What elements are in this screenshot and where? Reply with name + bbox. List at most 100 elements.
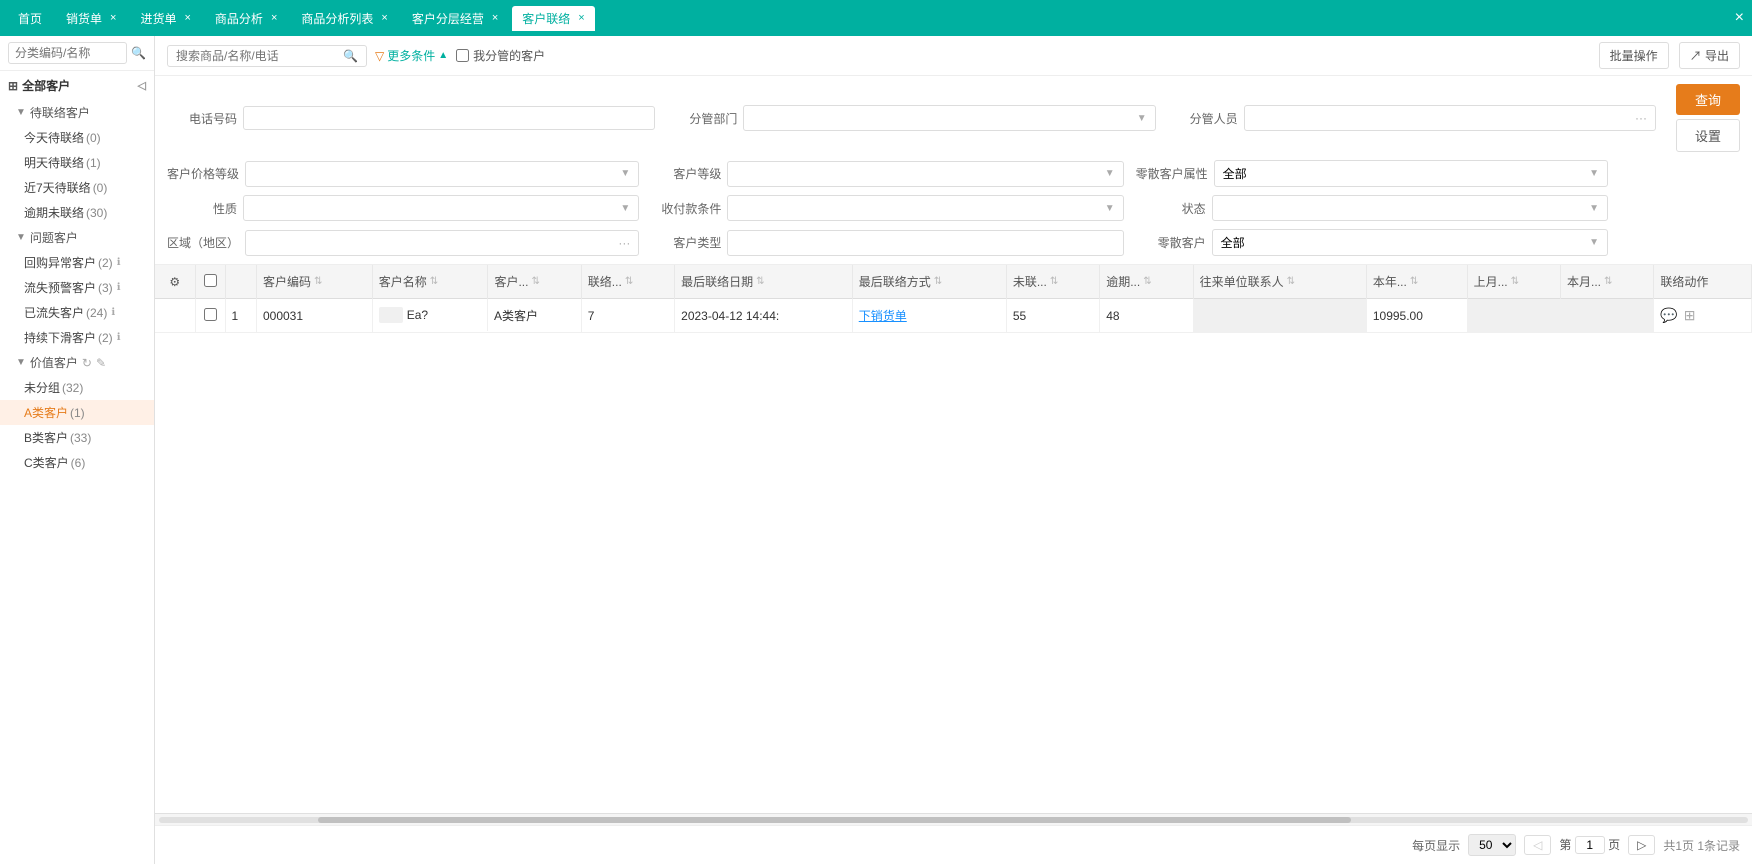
nav-home[interactable]: 首页 bbox=[8, 6, 52, 31]
sidebar-item-churned[interactable]: 已流失客户(24)ℹ bbox=[0, 300, 154, 325]
chat-action-icon[interactable]: 💬 bbox=[1660, 307, 1677, 324]
horizontal-scrollbar[interactable] bbox=[155, 813, 1752, 825]
close-customerlayer-icon[interactable]: × bbox=[492, 12, 498, 24]
th-last-contact-date[interactable]: 最后联络日期⇅ bbox=[675, 265, 853, 299]
grid-action-icon[interactable]: ⊞ bbox=[1684, 307, 1696, 324]
batch-op-button[interactable]: 批量操作 bbox=[1599, 42, 1669, 69]
sidebar-search-input[interactable] bbox=[8, 42, 127, 64]
close-all-button[interactable]: × bbox=[1735, 9, 1744, 27]
filter-phone-input[interactable] bbox=[243, 106, 655, 130]
close-productanalysis-icon[interactable]: × bbox=[271, 12, 277, 24]
filter-customer-level-select[interactable]: ▼ bbox=[727, 161, 1123, 187]
export-button[interactable]: ↗ 导出 bbox=[1679, 42, 1740, 69]
refresh-value-icon[interactable]: ↻ bbox=[82, 356, 92, 370]
sidebar-pending-contact-group[interactable]: ▼ 待联络客户 bbox=[0, 100, 154, 125]
nav-productanalysislist[interactable]: 商品分析列表 × bbox=[291, 6, 397, 31]
th-overdue[interactable]: 逾期...⇅ bbox=[1100, 265, 1193, 299]
total-info: 共1页 1条记录 bbox=[1663, 837, 1740, 854]
customer-table: ⚙ 客户编码⇅ 客户名称⇅ 客户...⇅ bbox=[155, 265, 1752, 333]
filter-status-label: 状态 bbox=[1136, 200, 1206, 217]
sidebar-item-unclassified[interactable]: 未分组(32) bbox=[0, 375, 154, 400]
filter-more-conditions[interactable]: ▽ 更多条件 ▲ bbox=[375, 47, 448, 64]
th-last-contact-method[interactable]: 最后联络方式⇅ bbox=[852, 265, 1006, 299]
sidebar-item-7days-contact[interactable]: 近7天待联络(0) bbox=[0, 175, 154, 200]
sidebar-all-customers[interactable]: ⊞ 全部客户 ◁ bbox=[0, 71, 154, 100]
filter-row-1: 电话号码 分管部门 ▼ 分管人员 ··· bbox=[167, 84, 1740, 152]
my-customers-checkbox[interactable] bbox=[456, 49, 469, 62]
filter-phone-label: 电话号码 bbox=[167, 110, 237, 127]
edit-value-icon[interactable]: ✎ bbox=[96, 356, 106, 370]
settings-icon[interactable]: ⚙ bbox=[169, 275, 180, 289]
sidebar-item-repurchase-abnormal[interactable]: 回购异常客户(2)ℹ bbox=[0, 250, 154, 275]
nav-productanalysis[interactable]: 商品分析 × bbox=[205, 6, 287, 31]
filter-payment-select[interactable]: ▼ bbox=[727, 195, 1123, 221]
sidebar-item-class-a[interactable]: A类客户(1) bbox=[0, 400, 154, 425]
row-last-contact-method[interactable]: 下销货单 bbox=[852, 299, 1006, 333]
close-purchaseorder-icon[interactable]: × bbox=[184, 12, 190, 24]
filter-region-select[interactable]: ··· bbox=[245, 230, 639, 256]
filter-price-level-select[interactable]: ▼ bbox=[245, 161, 639, 187]
row-checkbox-cell[interactable] bbox=[195, 299, 225, 333]
filter-status-select[interactable]: ▼ bbox=[1212, 195, 1608, 221]
th-contact-count[interactable]: 联络...⇅ bbox=[581, 265, 674, 299]
filter-retail-customer-select[interactable]: 全部 ▼ bbox=[1212, 229, 1608, 256]
th-customer-type[interactable]: 客户...⇅ bbox=[488, 265, 581, 299]
fold-sidebar-icon[interactable]: ◁ bbox=[138, 79, 146, 92]
row-this-month bbox=[1561, 299, 1654, 333]
sidebar-item-today-contact[interactable]: 今天待联络(0) bbox=[0, 125, 154, 150]
row-visit-contact bbox=[1193, 299, 1366, 333]
sidebar-item-tomorrow-contact[interactable]: 明天待联络(1) bbox=[0, 150, 154, 175]
nav-salesorder[interactable]: 销货单 × bbox=[56, 6, 126, 31]
row-checkbox[interactable] bbox=[204, 308, 217, 321]
filter-search-icon[interactable]: 🔍 bbox=[343, 49, 358, 63]
sidebar-item-overdue-contact[interactable]: 逾期未联络(30) bbox=[0, 200, 154, 225]
row-customer-name[interactable]: Ea? bbox=[373, 299, 488, 331]
sidebar-item-class-c[interactable]: C类客户(6) bbox=[0, 450, 154, 475]
next-page-button[interactable]: ▷ bbox=[1628, 835, 1655, 855]
per-page-select[interactable]: 50 bbox=[1468, 834, 1516, 856]
contact-method-link[interactable]: 下销货单 bbox=[859, 309, 907, 323]
filter-row-2: 客户价格等级 ▼ 客户等级 ▼ 零散客户属性 全部 bbox=[167, 160, 1740, 187]
sidebar-item-class-b[interactable]: B类客户(33) bbox=[0, 425, 154, 450]
sidebar-search-icon[interactable]: 🔍 bbox=[131, 46, 146, 60]
row-overdue: 48 bbox=[1100, 299, 1193, 333]
nav-customerlayer[interactable]: 客户分层经营 × bbox=[402, 6, 508, 31]
query-button[interactable]: 查询 bbox=[1676, 84, 1740, 115]
filter-customer-type-select[interactable] bbox=[727, 230, 1123, 256]
my-customers-checkbox-label[interactable]: 我分管的客户 bbox=[456, 47, 545, 64]
th-this-month[interactable]: 本月...⇅ bbox=[1561, 265, 1654, 299]
filter-price-level: 客户价格等级 ▼ bbox=[167, 160, 639, 187]
th-last-month[interactable]: 上月...⇅ bbox=[1467, 265, 1560, 299]
select-all-checkbox[interactable] bbox=[204, 274, 217, 287]
filter-person-select[interactable]: ··· bbox=[1244, 105, 1656, 131]
sidebar-item-churn-warning[interactable]: 流失预警客户(3)ℹ bbox=[0, 275, 154, 300]
sidebar-problem-customers-group[interactable]: ▼ 问题客户 bbox=[0, 225, 154, 250]
filter-search-input[interactable] bbox=[176, 49, 339, 63]
prev-page-button[interactable]: ◁ bbox=[1524, 835, 1551, 855]
th-no-contact[interactable]: 未联...⇅ bbox=[1006, 265, 1099, 299]
main-layout: 🔍 ⊞ 全部客户 ◁ ▼ 待联络客户 今天待联络(0) 明天待联络(1) 近7天… bbox=[0, 36, 1752, 864]
th-customer-code[interactable]: 客户编码⇅ bbox=[256, 265, 372, 299]
filter-retail-attr-select[interactable]: 全部 ▼ bbox=[1214, 160, 1608, 187]
th-customer-name[interactable]: 客户名称⇅ bbox=[372, 265, 488, 299]
th-checkbox[interactable] bbox=[195, 265, 225, 299]
filter-retail-attr: 零散客户属性 全部 ▼ bbox=[1136, 160, 1608, 187]
th-settings[interactable]: ⚙ bbox=[155, 265, 195, 299]
th-this-year[interactable]: 本年...⇅ bbox=[1366, 265, 1467, 299]
filter-region: 区域（地区） ··· bbox=[167, 229, 639, 256]
nav-purchaseorder[interactable]: 进货单 × bbox=[130, 6, 200, 31]
nav-customercontact[interactable]: 客户联络 × bbox=[512, 6, 594, 31]
scrollbar-track[interactable] bbox=[159, 817, 1748, 823]
filter-nature-select[interactable]: ▼ bbox=[243, 195, 639, 221]
close-salesorder-icon[interactable]: × bbox=[110, 12, 116, 24]
filter-dept-select[interactable]: ▼ bbox=[743, 105, 1155, 131]
scrollbar-thumb[interactable] bbox=[318, 817, 1351, 823]
th-visit-contact[interactable]: 往来单位联系人⇅ bbox=[1193, 265, 1366, 299]
close-customercontact-icon[interactable]: × bbox=[578, 12, 584, 24]
close-productanalysislist-icon[interactable]: × bbox=[381, 12, 387, 24]
current-page-input[interactable] bbox=[1575, 836, 1605, 854]
sidebar-item-declining[interactable]: 持续下滑客户(2)ℹ bbox=[0, 325, 154, 350]
filter-search-box[interactable]: 🔍 bbox=[167, 45, 367, 67]
sidebar-value-customers-group[interactable]: ▼ 价值客户 ↻ ✎ bbox=[0, 350, 154, 375]
settings-button[interactable]: 设置 bbox=[1676, 119, 1740, 152]
